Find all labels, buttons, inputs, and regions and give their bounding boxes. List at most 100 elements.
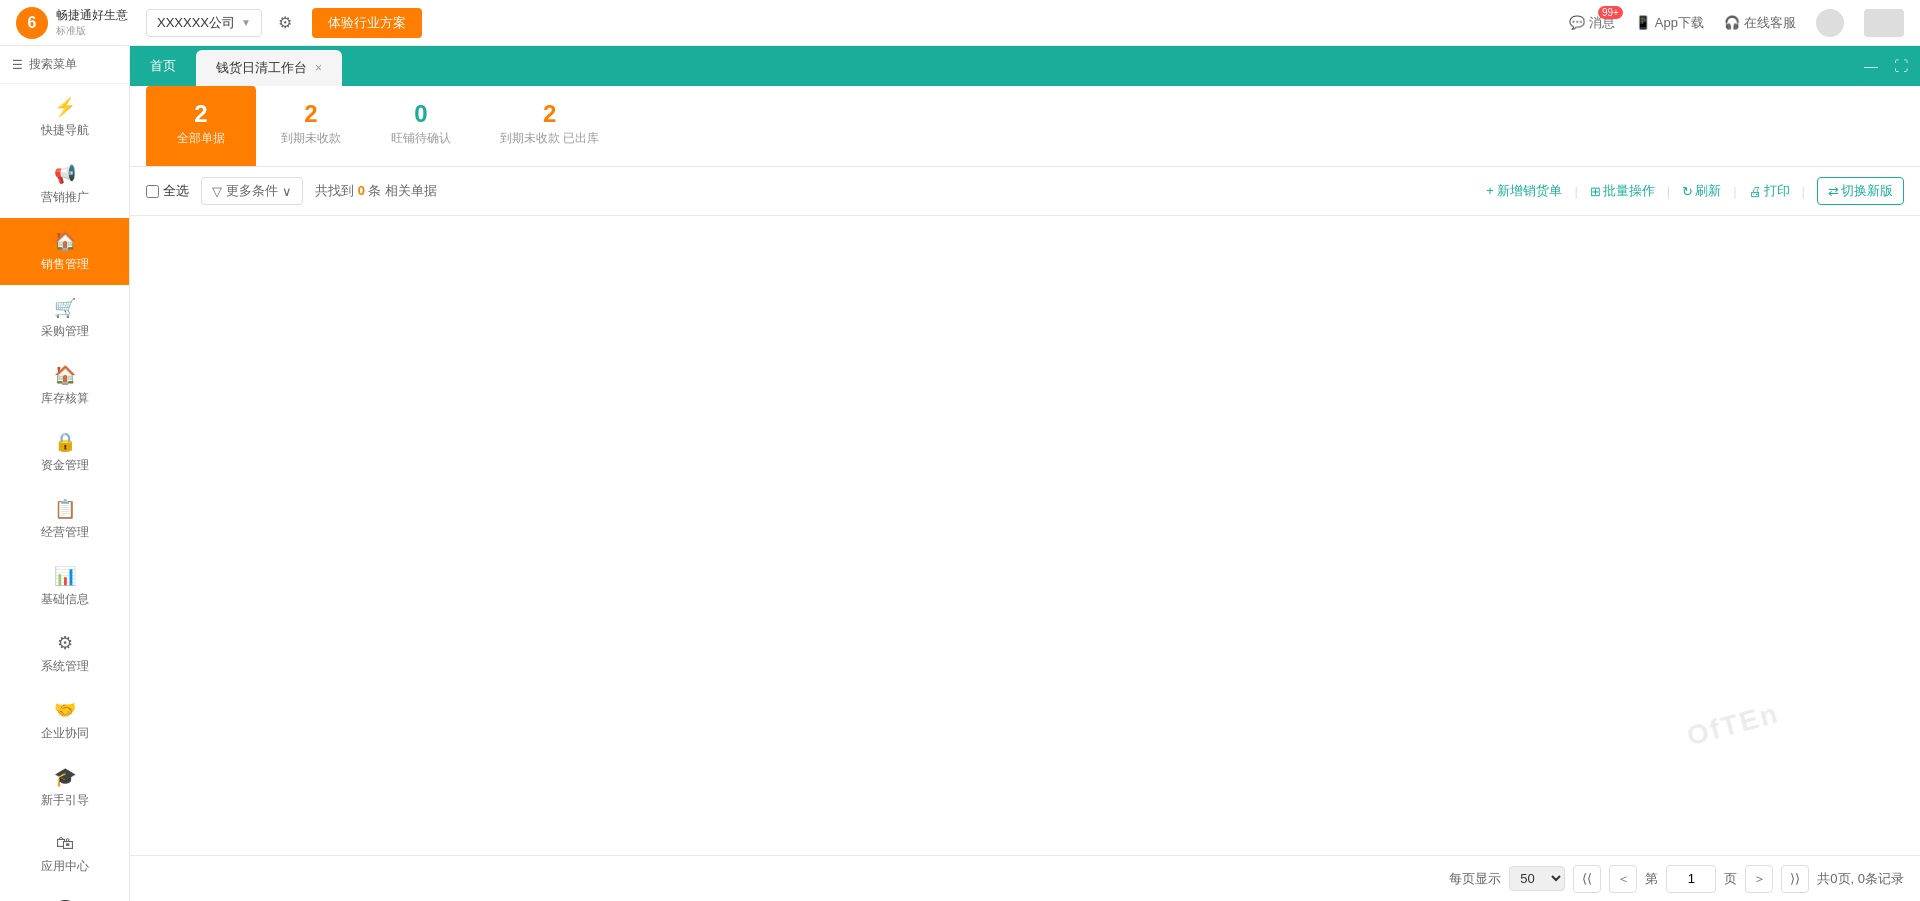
sidebar-item-label: 新手引导 [41,792,89,809]
page-prefix: 第 [1645,870,1658,888]
found-text: 共找到 0 条 相关单据 [315,182,437,200]
sidebar-item-inventory[interactable]: 🏠 库存核算 [0,352,129,419]
refresh-btn[interactable]: ↻ 刷新 [1682,182,1721,200]
tab-bar: 首页 钱货日清工作台 × — ⛶ [130,46,1920,86]
select-all-input[interactable] [146,185,159,198]
sidebar-item-basic-info[interactable]: 📊 基础信息 [0,553,129,620]
online-service-btn[interactable]: 🎧 在线客服 [1724,14,1796,32]
settings-icon[interactable]: ⚙ [270,8,300,38]
status-count-all: 2 [194,102,207,126]
logo-text: 畅捷通好生意 标准版 [56,8,128,37]
sidebar-item-system[interactable]: ⚙ 系统管理 [0,620,129,687]
company-name: XXXXXX公司 [157,14,235,32]
divider-1: | [1574,184,1577,199]
sidebar-item-wechat[interactable]: 💬 企业微信 [0,887,129,901]
page-size-label: 每页显示 [1449,870,1501,888]
chevron-down-icon: ▼ [241,17,251,28]
logo-area: 6 畅捷通好生意 标准版 [16,7,146,39]
status-card-all[interactable]: 2 全部单据 [146,86,256,166]
print-btn[interactable]: 🖨 打印 [1749,182,1790,200]
page-content: 2 全部单据 2 到期未收款 0 旺铺待确认 2 到期未收款 已出库 [130,86,1920,901]
app-download-label: App下载 [1655,14,1704,32]
filter-icon: ▽ [212,184,222,199]
refresh-label: 刷新 [1695,182,1721,200]
found-prefix: 共找到 [315,183,354,198]
select-all-checkbox[interactable]: 全选 [146,182,189,200]
last-page-btn[interactable]: ⟩⟩ [1781,865,1809,893]
message-btn[interactable]: 💬 消息 99+ [1569,14,1615,32]
sidebar-item-label: 基础信息 [41,591,89,608]
status-count-overdue-shipped: 2 [543,102,556,126]
status-card-pending[interactable]: 0 旺铺待确认 [366,86,476,166]
prev-page-btn[interactable]: ＜ [1609,865,1637,893]
page-input[interactable] [1666,865,1716,893]
minimize-icon[interactable]: — [1860,54,1882,78]
message-badge: 99+ [1598,6,1623,19]
sidebar-item-operations[interactable]: 📋 经营管理 [0,486,129,553]
pagination-bar: 每页显示 20 50 100 ⟨⟨ ＜ 第 页 ＞ ⟩⟩ 共0页, 0条记录 [130,855,1920,901]
close-tab-icon[interactable]: × [315,61,322,75]
batch-label: 批量操作 [1603,182,1655,200]
sidebar-item-quick-nav[interactable]: ⚡ 快捷导航 [0,84,129,151]
header-right: 💬 消息 99+ 📱 App下载 🎧 在线客服 [1569,9,1904,37]
sidebar-item-label: 应用中心 [41,858,89,875]
sidebar: ☰ 搜索菜单 ⚡ 快捷导航 📢 营销推广 🏠 销售管理 🛒 采购管理 🏠 库存核… [0,46,130,901]
found-suffix: 条 相关单据 [368,183,437,198]
app-logo-icon: 6 [16,7,48,39]
message-icon: 💬 [1569,15,1585,30]
divider-3: | [1733,184,1736,199]
app-download-btn[interactable]: 📱 App下载 [1635,14,1704,32]
refresh-icon: ↻ [1682,184,1693,199]
chevron-down-icon: ∨ [282,184,292,199]
basic-info-icon: 📊 [54,565,76,587]
filter-btn[interactable]: ▽ 更多条件 ∨ [201,177,303,205]
top-header: 6 畅捷通好生意 标准版 XXXXXX公司 ▼ ⚙ 体验行业方案 💬 消息 99… [0,0,1920,46]
sidebar-item-purchase[interactable]: 🛒 采购管理 [0,285,129,352]
status-card-overdue[interactable]: 2 到期未收款 [256,86,366,166]
switch-icon: ⇄ [1828,184,1839,199]
page-suffix: 页 [1724,870,1737,888]
print-icon: 🖨 [1749,184,1762,199]
tab-cash-flow[interactable]: 钱货日清工作台 × [196,50,342,86]
finance-icon: 🔒 [54,431,76,453]
switch-btn[interactable]: ⇄ 切换新版 [1817,177,1904,205]
newbie-icon: 🎓 [54,766,76,788]
online-service-label: 在线客服 [1744,14,1796,32]
search-menu-icon: ☰ [12,58,23,72]
sidebar-item-label: 采购管理 [41,323,89,340]
user-name[interactable] [1864,9,1904,37]
sidebar-item-finance[interactable]: 🔒 资金管理 [0,419,129,486]
purchase-icon: 🛒 [54,297,76,319]
sidebar-item-label: 资金管理 [41,457,89,474]
sidebar-item-marketing[interactable]: 📢 营销推广 [0,151,129,218]
divider-2: | [1667,184,1670,199]
next-page-btn[interactable]: ＞ [1745,865,1773,893]
divider-4: | [1802,184,1805,199]
found-count: 0 [358,183,365,198]
sidebar-item-search-menu[interactable]: ☰ 搜索菜单 [0,46,129,84]
sidebar-item-newbie[interactable]: 🎓 新手引导 [0,754,129,821]
status-count-overdue: 2 [304,102,317,126]
switch-label: 切换新版 [1841,182,1893,200]
company-selector[interactable]: XXXXXX公司 ▼ [146,9,262,37]
toolbar-right: + 新增销货单 | ⊞ 批量操作 | ↻ 刷新 | 🖨 打印 [1486,177,1904,205]
first-page-btn[interactable]: ⟨⟨ [1573,865,1601,893]
sidebar-item-sales[interactable]: 🏠 销售管理 [0,218,129,285]
sidebar-item-label: 系统管理 [41,658,89,675]
sidebar-item-apps[interactable]: 🛍 应用中心 [0,821,129,887]
table-area [130,216,1920,855]
tab-home-label: 首页 [150,57,176,75]
sidebar-item-enterprise[interactable]: 🤝 企业协同 [0,687,129,754]
avatar[interactable] [1816,9,1844,37]
batch-btn[interactable]: ⊞ 批量操作 [1590,182,1655,200]
page-size-select[interactable]: 20 50 100 [1509,866,1565,891]
sidebar-item-label: 企业协同 [41,725,89,742]
maximize-icon[interactable]: ⛶ [1890,54,1912,78]
tab-home[interactable]: 首页 [130,46,196,86]
marketing-icon: 📢 [54,163,76,185]
experience-btn[interactable]: 体验行业方案 [312,8,422,38]
status-card-overdue-shipped[interactable]: 2 到期未收款 已出库 [476,86,623,166]
enterprise-icon: 🤝 [54,699,76,721]
new-sale-btn[interactable]: + 新增销货单 [1486,182,1562,200]
status-label-overdue-shipped: 到期未收款 已出库 [500,130,599,147]
